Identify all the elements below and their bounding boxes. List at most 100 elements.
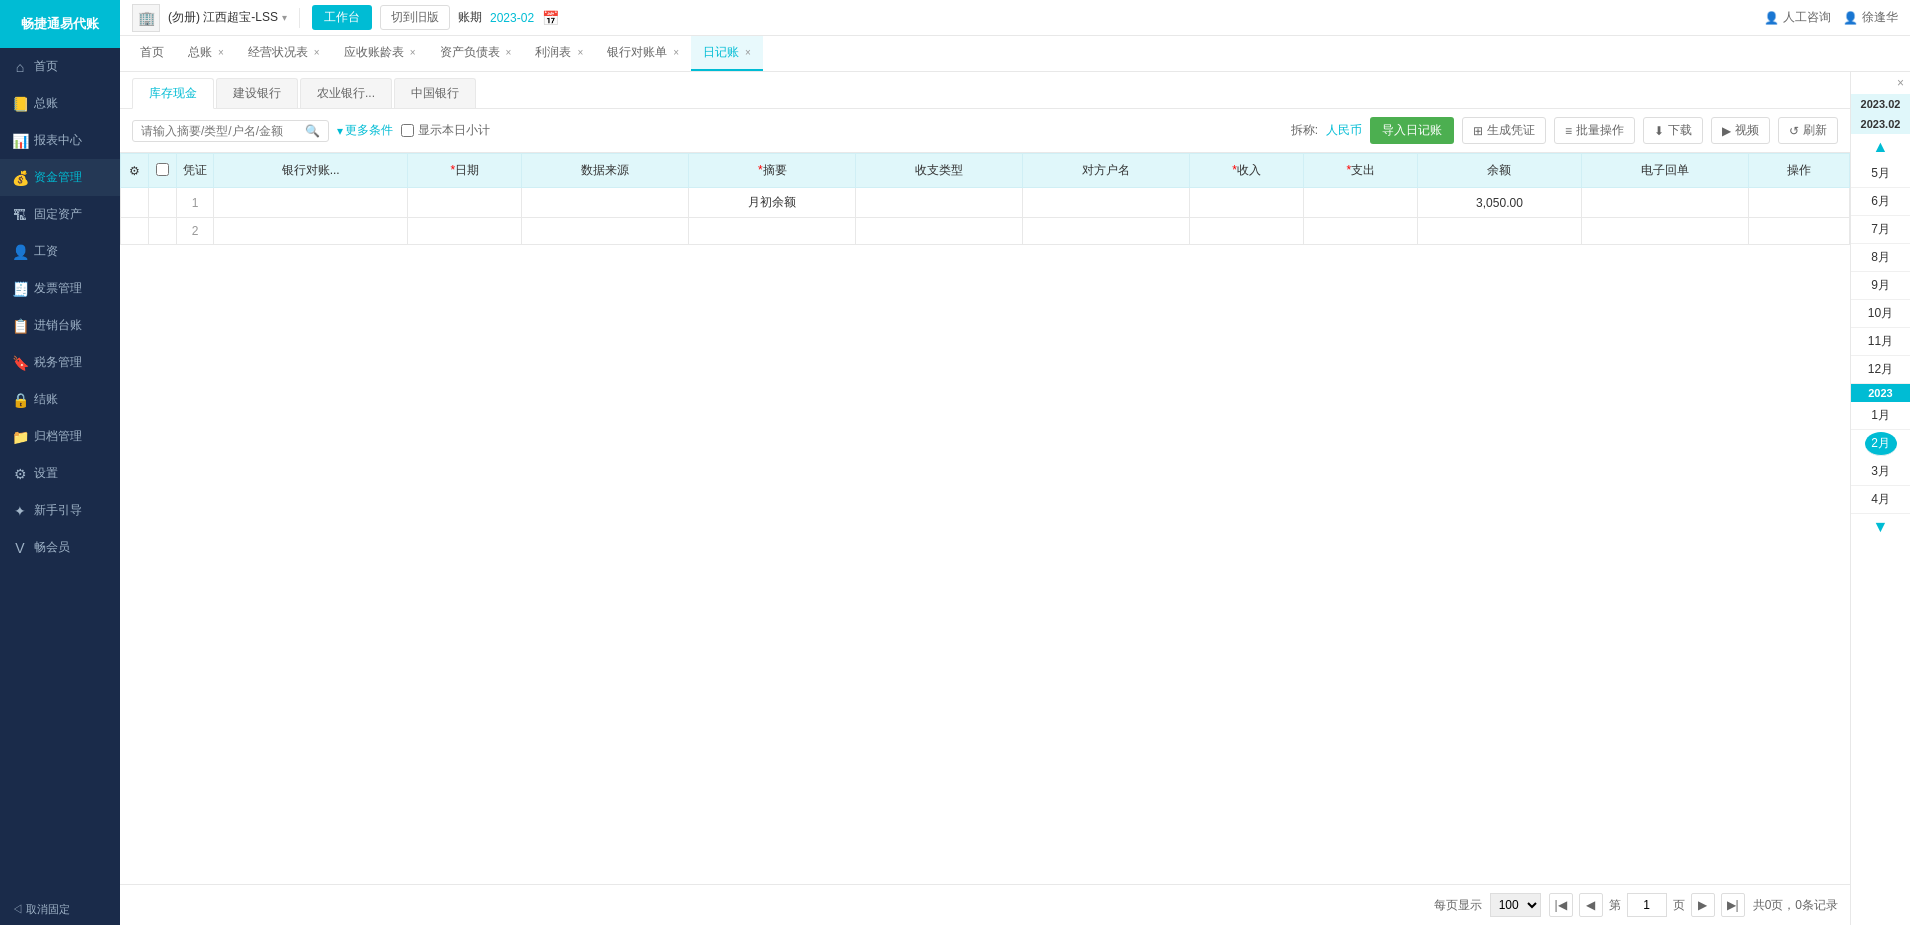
toolbar-actions: 拆称: 人民币 导入日记账 ⊞ 生成凭证 ≡ 批量操作 ⬇ 下载 [1291,117,1838,144]
sidebar-item-archive[interactable]: 📁 归档管理 [0,418,120,455]
currency-value[interactable]: 人民币 [1326,122,1362,139]
sidebar-item-close[interactable]: 🔒 结账 [0,381,120,418]
first-page-button[interactable]: |◀ [1549,893,1573,917]
tab-close-profit[interactable]: × [577,47,583,58]
table-footer: 每页显示 100 50 200 |◀ ◀ 第 页 ▶ ▶| 共0页，0条记录 [120,884,1850,925]
page-label: 第 [1609,897,1621,914]
sidebar-item-salary[interactable]: 👤 工资 [0,233,120,270]
sidebar-item-settings[interactable]: ⚙ 设置 [0,455,120,492]
download-button[interactable]: ⬇ 下载 [1643,117,1703,144]
date-nav-down-icon[interactable]: ▼ [1873,518,1889,536]
calendar-icon[interactable]: 📅 [542,10,559,26]
sidebar-item-sales[interactable]: 📋 进销台账 [0,307,120,344]
tab-journal[interactable]: 日记账 × [691,36,763,71]
sidebar-item-ledger[interactable]: 📒 总账 [0,85,120,122]
next-page-button[interactable]: ▶ [1691,893,1715,917]
guide-icon: ✦ [12,503,28,519]
cell-operation-2[interactable] [1748,218,1849,245]
per-page-select[interactable]: 100 50 200 [1490,893,1541,917]
date-month-7[interactable]: 7月 [1851,216,1910,244]
workbench-button[interactable]: 工作台 [312,5,372,30]
sidebar-item-invoice[interactable]: 🧾 发票管理 [0,270,120,307]
subtab-cash[interactable]: 库存现金 [132,78,214,109]
settings-icon: ⚙ [12,466,28,482]
col-date: *日期 [408,154,522,188]
tab-bizstatus[interactable]: 经营状况表 × [236,36,332,71]
tab-close-receivable[interactable]: × [410,47,416,58]
search-icon[interactable]: 🔍 [305,124,320,138]
sidebar-item-tax[interactable]: 🔖 税务管理 [0,344,120,381]
unpin-sidebar[interactable]: ◁ 取消固定 [0,894,120,925]
tab-close-bank-rec[interactable]: × [673,47,679,58]
user-menu[interactable]: 👤 徐逢华 [1843,9,1898,26]
switch-version-button[interactable]: 切到旧版 [380,5,450,30]
date-month-11[interactable]: 11月 [1851,328,1910,356]
col-checkbox [149,154,177,188]
company-dropdown-icon: ▾ [282,12,287,23]
company-selector[interactable]: (勿册) 江西超宝-LSS ▾ [168,9,287,26]
search-box[interactable]: 🔍 [132,120,329,142]
tab-bank-rec[interactable]: 银行对账单 × [595,36,691,71]
date-month-8[interactable]: 8月 [1851,244,1910,272]
prev-page-button[interactable]: ◀ [1579,893,1603,917]
batch-icon: ≡ [1565,124,1572,138]
tab-receivable[interactable]: 应收账龄表 × [332,36,428,71]
sidebar-item-guide[interactable]: ✦ 新手引导 [0,492,120,529]
support-btn[interactable]: 👤 人工咨询 [1764,9,1831,26]
separator [299,8,300,28]
assets-icon: 🏗 [12,207,28,223]
tab-assets-liab[interactable]: 资产负债表 × [428,36,524,71]
date-month-12[interactable]: 12月 [1851,356,1910,384]
date-panel-close[interactable]: × [1851,72,1910,94]
date-month-10[interactable]: 10月 [1851,300,1910,328]
main-area: 🏢 (勿册) 江西超宝-LSS ▾ 工作台 切到旧版 账期 2023-02 📅 … [120,0,1910,925]
import-journal-button[interactable]: 导入日记账 [1370,117,1454,144]
cell-operation-1[interactable] [1748,188,1849,218]
tab-close-bizstatus[interactable]: × [314,47,320,58]
show-daily-total-checkbox[interactable]: 显示本日小计 [401,122,490,139]
tab-profit[interactable]: 利润表 × [523,36,595,71]
cell-counterparty-1 [1023,188,1190,218]
tab-ledger[interactable]: 总账 × [176,36,236,71]
cell-source-1 [522,188,689,218]
date-month-9[interactable]: 9月 [1851,272,1910,300]
last-page-button[interactable]: ▶| [1721,893,1745,917]
period-value[interactable]: 2023-02 [490,11,534,25]
col-source: 数据来源 [522,154,689,188]
tab-close-assets-liab[interactable]: × [506,47,512,58]
subtab-boc[interactable]: 中国银行 [394,78,476,108]
date-month-3[interactable]: 3月 [1851,458,1910,486]
sidebar-item-funds[interactable]: 💰 资金管理 [0,159,120,196]
voucher-icon: ⊞ [1473,124,1483,138]
sidebar-item-home[interactable]: ⌂ 首页 [0,48,120,85]
date-month-4[interactable]: 4月 [1851,486,1910,514]
date-month-1[interactable]: 1月 [1851,402,1910,430]
download-icon: ⬇ [1654,124,1664,138]
date-month-5[interactable]: 5月 [1851,160,1910,188]
col-cashflow: 收支类型 [856,154,1023,188]
subtab-abc[interactable]: 农业银行... [300,78,392,108]
page-input[interactable] [1627,893,1667,917]
refresh-button[interactable]: ↺ 刷新 [1778,117,1838,144]
sidebar-item-member[interactable]: V 畅会员 [0,529,120,566]
sidebar-item-reports[interactable]: 📊 报表中心 [0,122,120,159]
generate-voucher-button[interactable]: ⊞ 生成凭证 [1462,117,1546,144]
tab-close-ledger[interactable]: × [218,47,224,58]
col-settings[interactable]: ⚙ [121,154,149,188]
video-button[interactable]: ▶ 视频 [1711,117,1770,144]
date-month-6[interactable]: 6月 [1851,188,1910,216]
sidebar-item-assets[interactable]: 🏗 固定资产 [0,196,120,233]
col-bank-acc: 银行对账... [214,154,408,188]
tax-icon: 🔖 [12,355,28,371]
tab-close-journal[interactable]: × [745,47,751,58]
date-month-2[interactable]: 2月 [1865,432,1897,456]
date-panel: × 2023.02 2023.02 ▲ 5月 6月 7月 8月 9月 10月 1… [1850,72,1910,925]
subtab-ccb[interactable]: 建设银行 [216,78,298,108]
tab-home[interactable]: 首页 [128,36,176,71]
filter-button[interactable]: ▾ 更多条件 [337,122,393,139]
batch-operation-button[interactable]: ≡ 批量操作 [1554,117,1635,144]
show-daily-total-input[interactable] [401,124,414,137]
date-nav-up-icon[interactable]: ▲ [1873,138,1889,156]
select-all-checkbox[interactable] [156,163,169,176]
search-input[interactable] [141,124,301,138]
